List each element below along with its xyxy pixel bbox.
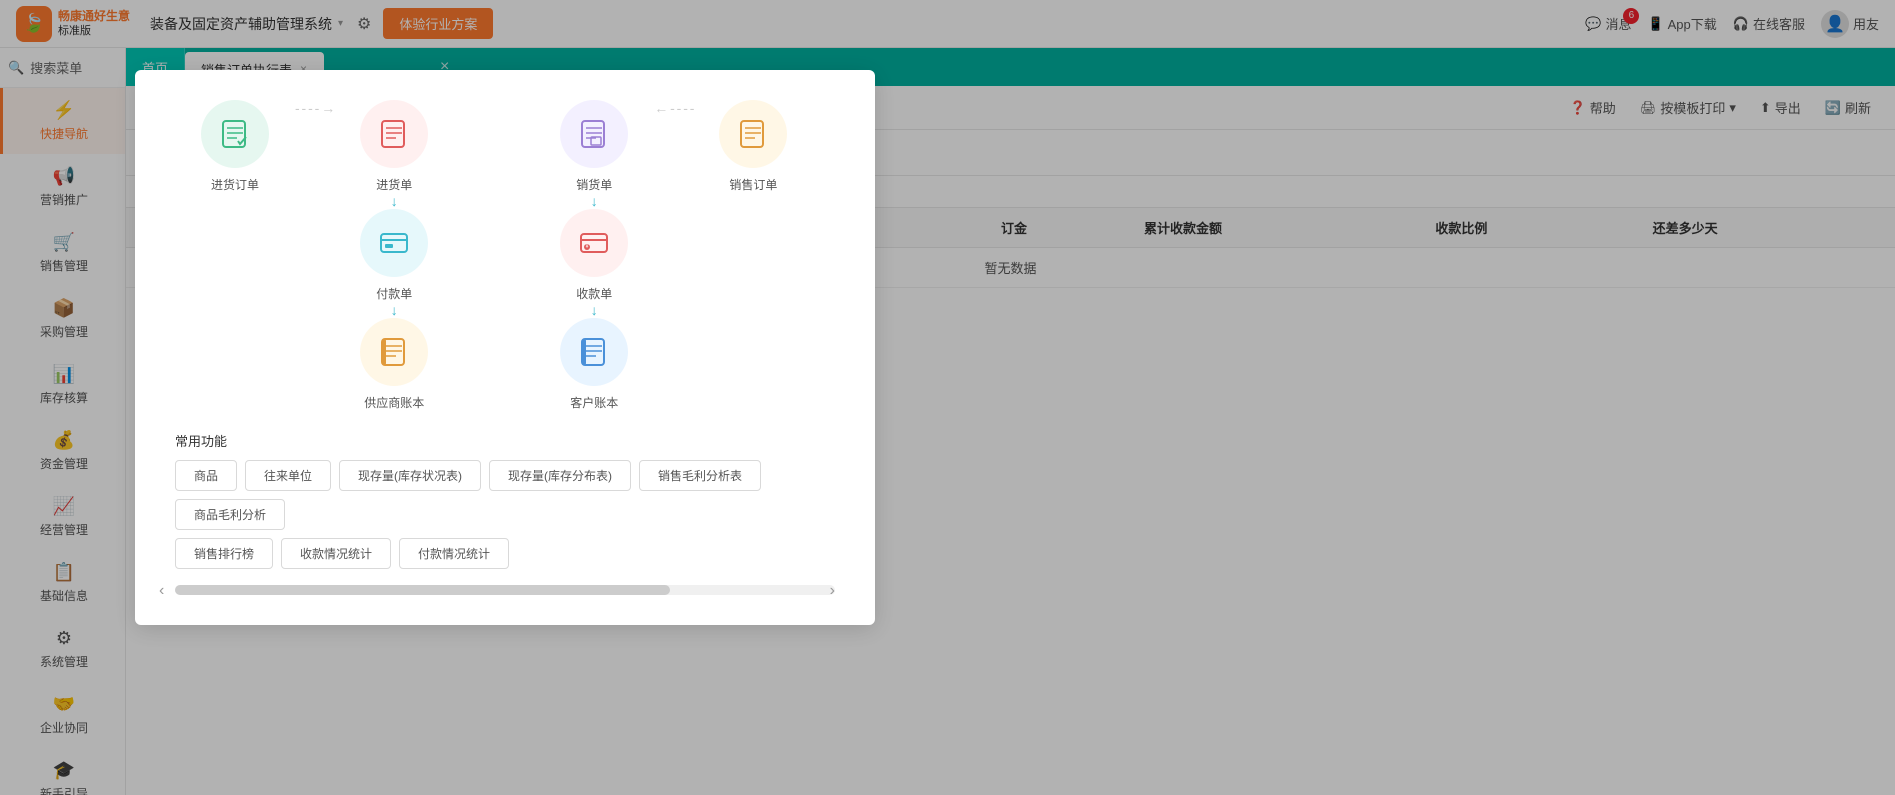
arrow-down-payment: ↓: [391, 193, 398, 209]
flow-node-customer-ledger[interactable]: 客户账本: [534, 318, 654, 411]
purchase-order-icon: [201, 100, 269, 168]
payment-label: 付款单: [376, 285, 412, 302]
arrow-down-receipt: ↓: [591, 193, 598, 209]
func-btn-product-profit[interactable]: 商品毛利分析: [175, 499, 285, 530]
arrow-2: ← - - - -: [654, 100, 693, 144]
svg-text:¥: ¥: [586, 244, 589, 250]
common-functions: 常用功能 商品 往来单位 现存量(库存状况表) 现存量(库存分布表) 销售毛利分…: [175, 431, 835, 569]
func-btn-counterpart[interactable]: 往来单位: [245, 460, 331, 491]
modal-scrollbar[interactable]: ‹ ›: [175, 585, 835, 595]
purchase-receipt-icon: [360, 100, 428, 168]
flow-row-1: 进货订单 - - - - → 进货单 ↓: [175, 100, 835, 411]
receipt-icon: ¥: [560, 209, 628, 277]
payment-icon: [360, 209, 428, 277]
customer-ledger-icon: [560, 318, 628, 386]
flow-node-sales-order2[interactable]: 销售订单: [693, 100, 813, 193]
supplier-ledger-label: 供应商账本: [364, 394, 424, 411]
flow-node-supplier-ledger[interactable]: 供应商账本: [334, 318, 454, 411]
flow-col-sales-order: 销货单 ↓ ¥ 收款单 ↓: [534, 100, 654, 411]
flow-node-sales-order[interactable]: 销货单: [534, 100, 654, 193]
func-btn-payment-stats[interactable]: 付款情况统计: [399, 538, 509, 569]
flow-node-receipt[interactable]: ¥ 收款单: [534, 209, 654, 302]
common-functions-title: 常用功能: [175, 431, 835, 450]
supplier-ledger-icon: [360, 318, 428, 386]
flow-col-purchase-receipt: 进货单 ↓ 付款单 ↓: [334, 100, 454, 411]
scroll-thumb[interactable]: [175, 585, 670, 595]
func-btn-product[interactable]: 商品: [175, 460, 237, 491]
customer-ledger-label: 客户账本: [570, 394, 618, 411]
func-btn-sales-rank[interactable]: 销售排行榜: [175, 538, 273, 569]
scroll-left-icon[interactable]: ‹: [159, 582, 164, 600]
purchase-receipt-label: 进货单: [376, 176, 412, 193]
arrow-1: - - - - →: [295, 100, 334, 144]
purchase-order-label: 进货订单: [211, 176, 259, 193]
func-btn-receipt-stats[interactable]: 收款情况统计: [281, 538, 391, 569]
flow-node-payment[interactable]: 付款单: [334, 209, 454, 302]
sales-order2-label: 销售订单: [729, 176, 777, 193]
flow-node-purchase-order[interactable]: 进货订单: [175, 100, 295, 193]
func-btn-sales-profit[interactable]: 销售毛利分析表: [639, 460, 761, 491]
receipt-label: 收款单: [576, 285, 612, 302]
func-buttons-row2: 销售排行榜 收款情况统计 付款情况统计: [175, 538, 835, 569]
arrow-down-customer: ↓: [591, 302, 598, 318]
arrow-down-supplier: ↓: [391, 302, 398, 318]
modal-box: 进货订单 - - - - → 进货单 ↓: [135, 70, 875, 625]
modal-overlay[interactable]: 进货订单 - - - - → 进货单 ↓: [0, 0, 1895, 795]
sales-order-icon: [560, 100, 628, 168]
func-buttons-row1: 商品 往来单位 现存量(库存状况表) 现存量(库存分布表) 销售毛利分析表 商品…: [175, 460, 835, 530]
scroll-right-icon[interactable]: ›: [830, 582, 835, 600]
sales-order-label: 销货单: [576, 176, 612, 193]
flow-node-purchase-receipt[interactable]: 进货单: [334, 100, 454, 193]
sales-order2-icon: [719, 100, 787, 168]
func-btn-stock-dist[interactable]: 现存量(库存分布表): [489, 460, 631, 491]
func-btn-stock-status[interactable]: 现存量(库存状况表): [339, 460, 481, 491]
